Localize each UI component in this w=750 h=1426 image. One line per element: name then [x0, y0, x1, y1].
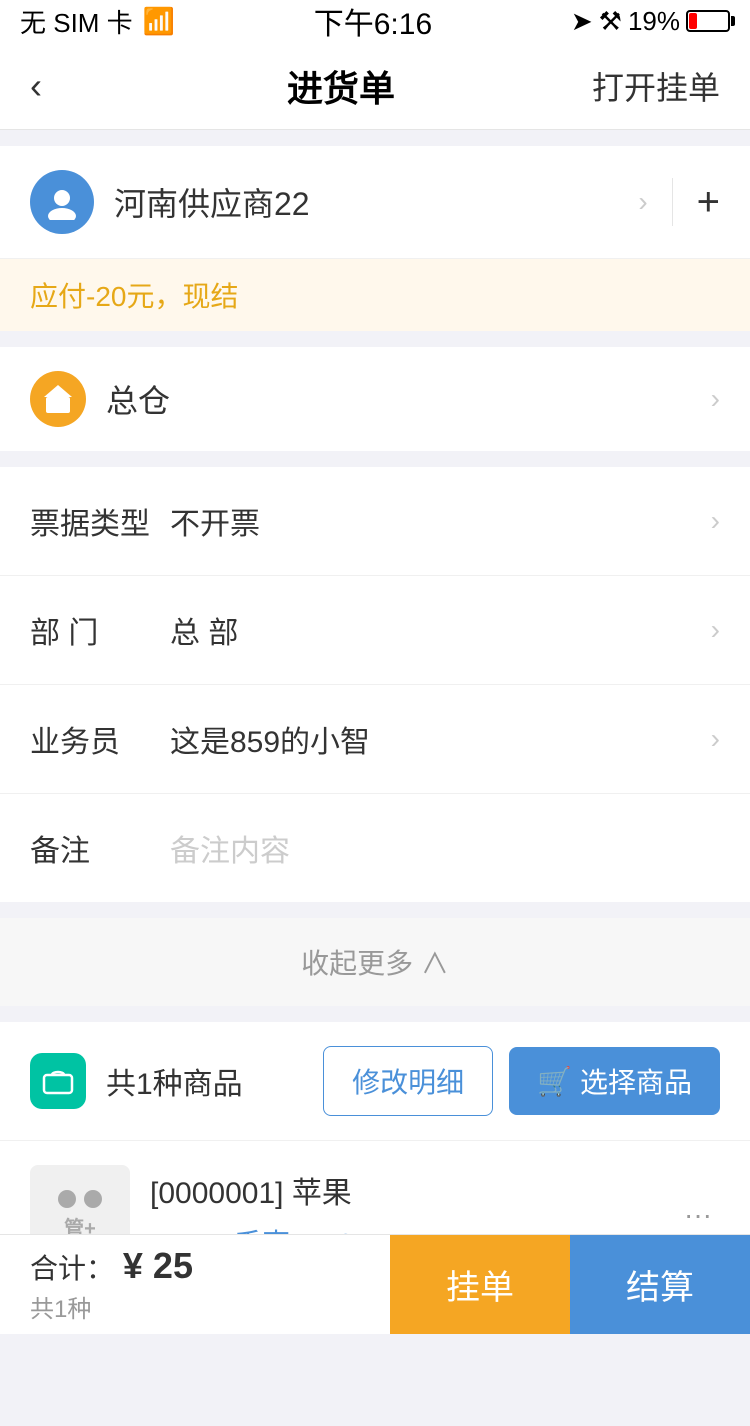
select-product-label: 选择商品 — [580, 1061, 692, 1101]
product-count: 共1种商品 — [106, 1059, 323, 1103]
warehouse-section: 总仓 › — [0, 347, 750, 451]
total-amount: ¥ 25 — [123, 1245, 193, 1286]
edit-detail-button[interactable]: 修改明细 — [323, 1046, 493, 1116]
status-left: 无 SIM 卡 📶 — [20, 3, 175, 40]
total-area: 合计： ¥ 25 共1种 — [0, 1235, 390, 1334]
department-label: 部 门 — [30, 608, 160, 652]
status-right: ➤ ⚒ 19% — [571, 6, 730, 37]
form-section: 票据类型 不开票 › 部 门 总 部 › 业务员 这是859的小智 › 备注 备… — [0, 467, 750, 902]
alarm-icon: ⚒ — [599, 6, 622, 37]
remark-row[interactable]: 备注 备注内容 — [0, 794, 750, 902]
warehouse-name: 总仓 — [106, 376, 701, 422]
department-row[interactable]: 部 门 总 部 › — [0, 576, 750, 685]
total-row: 合计： ¥ 25 — [30, 1245, 360, 1287]
product-header: 共1种商品 修改明细 🛒 选择商品 — [0, 1022, 750, 1141]
salesrep-row[interactable]: 业务员 这是859的小智 › — [0, 685, 750, 794]
invoice-chevron-icon: › — [711, 505, 720, 537]
remark-input[interactable]: 备注内容 — [160, 826, 720, 870]
select-product-button[interactable]: 🛒 选择商品 — [509, 1047, 720, 1115]
department-value: 总 部 — [160, 608, 701, 652]
battery-icon — [686, 10, 730, 32]
cart-icon: 🛒 — [537, 1065, 572, 1098]
department-chevron-icon: › — [711, 614, 720, 646]
time-display: 下午6:16 — [314, 0, 432, 43]
invoice-type-label: 票据类型 — [30, 499, 160, 543]
back-button[interactable]: ‹ — [30, 65, 90, 107]
total-label: 合计： — [30, 1253, 114, 1284]
remark-label: 备注 — [30, 826, 160, 870]
supplier-avatar — [30, 170, 94, 234]
checkout-button[interactable]: 结算 — [570, 1235, 750, 1334]
battery-percent: 19% — [628, 6, 680, 37]
owl-eye-right — [84, 1190, 102, 1208]
carrier-text: 无 SIM 卡 — [20, 3, 133, 40]
status-bar: 无 SIM 卡 📶 下午6:16 ➤ ⚒ 19% — [0, 0, 750, 42]
product-title: 苹果 — [292, 1177, 352, 1210]
add-supplier-button[interactable]: + — [697, 180, 720, 225]
product-icon — [30, 1053, 86, 1109]
supplier-name: 河南供应商22 — [114, 179, 628, 225]
divider — [672, 178, 673, 226]
bottom-bar: 合计： ¥ 25 共1种 挂单 结算 — [0, 1234, 750, 1334]
salesrep-label: 业务员 — [30, 717, 160, 761]
nav-bar: ‹ 进货单 打开挂单 — [0, 42, 750, 130]
supplier-row[interactable]: 河南供应商22 › + — [0, 146, 750, 259]
collapse-button[interactable]: 收起更多 ∧ — [0, 918, 750, 1006]
hang-order-button[interactable]: 挂单 — [390, 1235, 570, 1334]
wifi-icon: 📶 — [143, 6, 175, 37]
invoice-type-row[interactable]: 票据类型 不开票 › — [0, 467, 750, 576]
invoice-type-value: 不开票 — [160, 499, 701, 543]
page-title: 进货单 — [287, 60, 395, 112]
warehouse-icon — [30, 371, 86, 427]
product-code: [0000001] — [150, 1177, 283, 1210]
location-icon: ➤ — [571, 6, 593, 37]
warehouse-chevron-icon: › — [711, 383, 720, 415]
product-more-button[interactable]: ··· — [676, 1191, 720, 1239]
product-name: [0000001] 苹果 — [150, 1168, 676, 1212]
salesrep-chevron-icon: › — [711, 723, 720, 755]
warehouse-row[interactable]: 总仓 › — [0, 347, 750, 451]
supplier-section: 河南供应商22 › + 应付-20元，现结 — [0, 146, 750, 331]
notice-bar: 应付-20元，现结 — [0, 259, 750, 331]
owl-eye-left — [58, 1190, 76, 1208]
salesrep-value: 这是859的小智 — [160, 717, 701, 761]
supplier-chevron-icon: › — [638, 186, 647, 218]
total-count: 共1种 — [30, 1289, 360, 1324]
open-pending-button[interactable]: 打开挂单 — [592, 63, 720, 109]
